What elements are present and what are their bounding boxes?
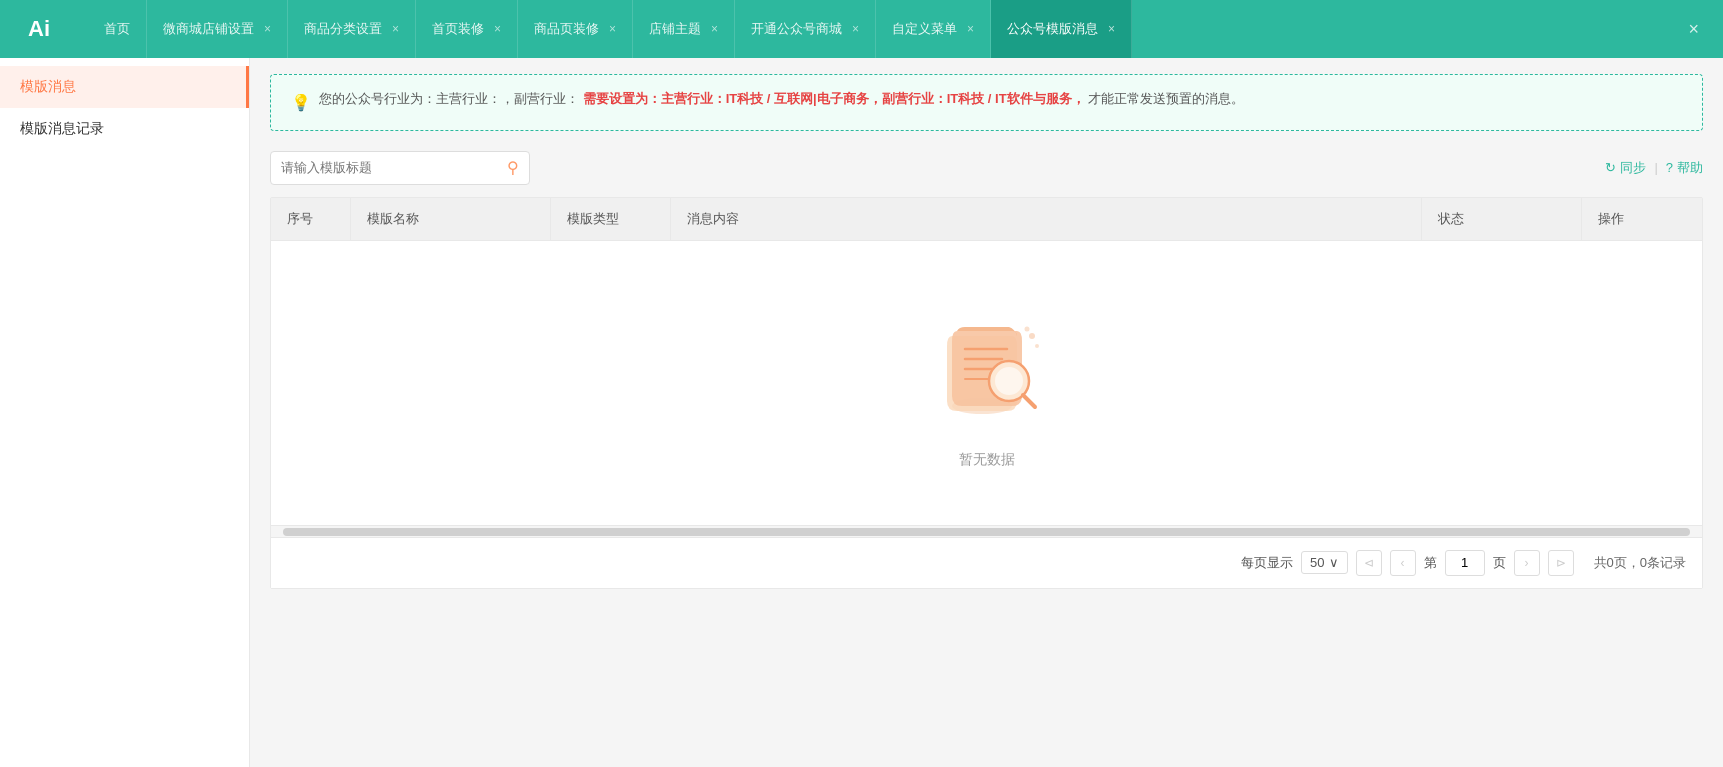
th-type: 模版类型 (551, 198, 671, 240)
horizontal-scrollbar[interactable] (271, 525, 1702, 537)
page-size-select[interactable]: 50 ∨ (1301, 551, 1347, 574)
search-input-wrap[interactable]: ⚲ (270, 151, 530, 185)
sync-label: 同步 (1620, 159, 1646, 177)
table-header: 序号 模版名称 模版类型 消息内容 状态 操作 (271, 198, 1702, 241)
svg-line-7 (1023, 395, 1035, 407)
empty-state: 暂无数据 (271, 241, 1702, 525)
alert-text-suffix: 才能正常发送预置的消息。 (1088, 91, 1244, 106)
svg-point-6 (995, 367, 1023, 395)
th-index: 序号 (271, 198, 351, 240)
th-name: 模版名称 (351, 198, 551, 240)
nav-tab-template-msg-close[interactable]: × (1108, 22, 1115, 36)
nav-tab-menu-label: 自定义菜单 (892, 20, 957, 38)
page-number-input[interactable] (1445, 550, 1485, 576)
svg-point-10 (1024, 326, 1029, 331)
pagination-prev-button[interactable]: ‹ (1390, 550, 1416, 576)
nav-tab-menu-close[interactable]: × (967, 22, 974, 36)
empty-illustration (927, 301, 1047, 431)
nav-close-all-button[interactable]: × (1672, 19, 1715, 40)
nav-tab-mall[interactable]: 开通公众号商城 × (735, 0, 876, 58)
pagination-last-button[interactable]: ⊳ (1548, 550, 1574, 576)
data-table: 序号 模版名称 模版类型 消息内容 状态 操作 (270, 197, 1703, 589)
app-logo: Ai (8, 0, 88, 58)
sidebar-item-template-msg-label: 模版消息 (20, 78, 76, 94)
nav-tab-home-decor-close[interactable]: × (494, 22, 501, 36)
nav-tab-theme[interactable]: 店铺主题 × (633, 0, 735, 58)
nav-tab-category-label: 商品分类设置 (304, 20, 382, 38)
nav-tab-shop-setting-label: 微商城店铺设置 (163, 20, 254, 38)
alert-text-highlight: 需要设置为：主营行业：IT科技 / 互联网|电子商务，副营行业：IT科技 / I… (583, 91, 1085, 106)
th-content: 消息内容 (671, 198, 1422, 240)
main-container: 模版消息 模版消息记录 💡 您的公众号行业为：主营行业：，副营行业： 需要设置为… (0, 58, 1723, 767)
sync-icon: ↻ (1605, 160, 1616, 175)
help-icon: ? (1666, 160, 1673, 175)
nav-tab-product-decor-close[interactable]: × (609, 22, 616, 36)
page-size-label: 每页显示 (1241, 554, 1293, 572)
help-button[interactable]: ? 帮助 (1666, 159, 1703, 177)
nav-tab-shop-setting[interactable]: 微商城店铺设置 × (147, 0, 288, 58)
content-area: 💡 您的公众号行业为：主营行业：，副营行业： 需要设置为：主营行业：IT科技 /… (250, 58, 1723, 767)
alert-box: 💡 您的公众号行业为：主营行业：，副营行业： 需要设置为：主营行业：IT科技 /… (270, 74, 1703, 131)
sidebar: 模版消息 模版消息记录 (0, 58, 250, 767)
alert-text: 您的公众号行业为：主营行业：，副营行业： 需要设置为：主营行业：IT科技 / 互… (319, 89, 1244, 110)
nav-tab-theme-close[interactable]: × (711, 22, 718, 36)
toolbar-right: ↻ 同步 | ? 帮助 (1605, 159, 1703, 177)
toolbar-divider: | (1654, 160, 1657, 175)
nav-tab-product-decor-label: 商品页装修 (534, 20, 599, 38)
nav-tab-theme-label: 店铺主题 (649, 20, 701, 38)
nav-tab-home-decor[interactable]: 首页装修 × (416, 0, 518, 58)
pagination-summary: 共0页，0条记录 (1594, 554, 1686, 572)
pagination: 每页显示 50 ∨ ⊲ ‹ 第 页 › ⊳ 共0页，0条记录 (271, 537, 1702, 588)
nav-tab-shop-setting-close[interactable]: × (264, 22, 271, 36)
search-input[interactable] (281, 160, 501, 175)
nav-tab-template-msg[interactable]: 公众号模版消息 × (991, 0, 1132, 58)
nav-tab-home-decor-label: 首页装修 (432, 20, 484, 38)
svg-point-8 (1029, 333, 1035, 339)
page-size-chevron: ∨ (1329, 555, 1339, 570)
nav-tab-menu[interactable]: 自定义菜单 × (876, 0, 991, 58)
nav-tab-template-msg-label: 公众号模版消息 (1007, 20, 1098, 38)
th-action: 操作 (1582, 198, 1702, 240)
page-size-value: 50 (1310, 555, 1324, 570)
nav-tab-home-label: 首页 (104, 20, 130, 38)
pagination-next-button[interactable]: › (1514, 550, 1540, 576)
th-status: 状态 (1422, 198, 1582, 240)
nav-tab-mall-close[interactable]: × (852, 22, 859, 36)
page-label: 页 (1493, 554, 1506, 572)
search-icon[interactable]: ⚲ (507, 158, 519, 177)
alert-text-prefix: 您的公众号行业为：主营行业：，副营行业： (319, 91, 579, 106)
empty-text: 暂无数据 (959, 451, 1015, 469)
nav-tab-product-decor[interactable]: 商品页装修 × (518, 0, 633, 58)
search-bar: ⚲ ↻ 同步 | ? 帮助 (270, 151, 1703, 185)
pagination-first-button[interactable]: ⊲ (1356, 550, 1382, 576)
sync-button[interactable]: ↻ 同步 (1605, 159, 1646, 177)
nav-tab-home[interactable]: 首页 (88, 0, 147, 58)
nav-tab-mall-label: 开通公众号商城 (751, 20, 842, 38)
sidebar-item-template-msg[interactable]: 模版消息 (0, 66, 249, 108)
nav-tab-category-close[interactable]: × (392, 22, 399, 36)
svg-point-9 (1035, 344, 1039, 348)
help-label: 帮助 (1677, 159, 1703, 177)
sidebar-item-template-msg-record[interactable]: 模版消息记录 (0, 108, 249, 150)
scrollbar-track (283, 528, 1690, 536)
top-navigation: Ai 首页 微商城店铺设置 × 商品分类设置 × 首页装修 × 商品页装修 × … (0, 0, 1723, 58)
nav-tab-category[interactable]: 商品分类设置 × (288, 0, 416, 58)
sidebar-item-template-msg-record-label: 模版消息记录 (20, 120, 104, 136)
alert-icon: 💡 (291, 90, 311, 116)
page-di-label: 第 (1424, 554, 1437, 572)
